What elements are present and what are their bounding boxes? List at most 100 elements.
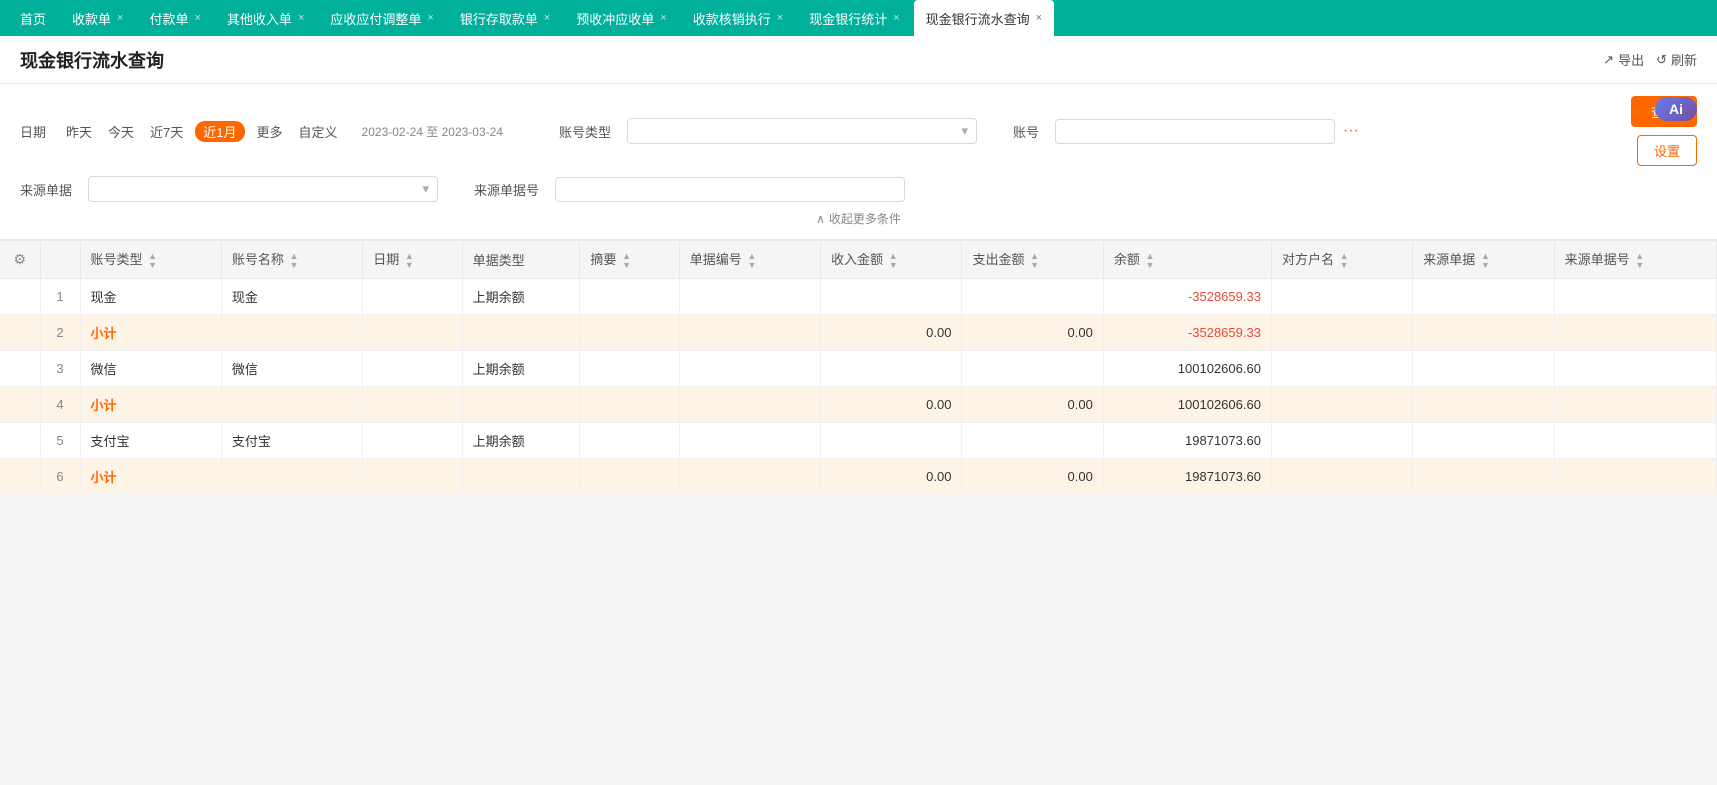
cell-expense xyxy=(962,350,1103,386)
cell-account-name xyxy=(221,314,362,350)
col-income[interactable]: 收入金额 ▲▼ xyxy=(821,241,962,279)
filter-row-2: 来源单据 ▾ 来源单据号 xyxy=(20,176,1697,202)
cell-balance: 19871073.60 xyxy=(1103,422,1271,458)
tab-prepay[interactable]: 预收冲应收单 × xyxy=(564,0,678,36)
cell-doc-no xyxy=(679,458,820,494)
col-counterparty[interactable]: 对方户名 ▲▼ xyxy=(1271,241,1412,279)
date-opt-custom[interactable]: 自定义 xyxy=(295,121,342,142)
sort-icon: ▲▼ xyxy=(1340,252,1349,270)
cell-account-type: 小计 xyxy=(80,386,221,422)
close-icon[interactable]: × xyxy=(660,12,666,24)
header-actions: ↗ 导出 ↺ 刷新 xyxy=(1603,50,1697,69)
cell-income: 0.00 xyxy=(821,314,962,350)
cell-doc-type: 上期余额 xyxy=(462,278,580,314)
date-opt-yesterday[interactable]: 昨天 xyxy=(62,121,96,142)
cell-date xyxy=(363,458,462,494)
cell-doc-type: 上期余额 xyxy=(462,422,580,458)
source-doc-no-label: 来源单据号 xyxy=(474,180,539,199)
col-expense[interactable]: 支出金额 ▲▼ xyxy=(962,241,1103,279)
date-opt-more[interactable]: 更多 xyxy=(253,121,287,142)
close-icon[interactable]: × xyxy=(1036,12,1042,24)
col-settings: ⚙ xyxy=(0,241,40,279)
collapse-bar: ∧ 收起更多条件 xyxy=(20,210,1697,227)
row-settings-cell xyxy=(0,422,40,458)
tab-payment[interactable]: 付款单 × xyxy=(137,0,212,36)
sort-icon: ▲▼ xyxy=(289,252,298,270)
ai-badge[interactable]: Ai xyxy=(1655,97,1697,121)
tab-adjustment[interactable]: 应收应付调整单 × xyxy=(318,0,445,36)
col-account-type[interactable]: 账号类型 ▲▼ xyxy=(80,241,221,279)
account-type-select[interactable]: ▾ xyxy=(627,118,977,144)
cell-source-doc-no xyxy=(1554,278,1716,314)
date-filter-label: 日期 xyxy=(20,122,46,141)
cell-source-doc xyxy=(1413,422,1554,458)
date-opt-today[interactable]: 今天 xyxy=(104,121,138,142)
tab-other-income[interactable]: 其他收入单 × xyxy=(215,0,316,36)
cell-income: 0.00 xyxy=(821,458,962,494)
col-account-name[interactable]: 账号名称 ▲▼ xyxy=(221,241,362,279)
source-doc-no-input[interactable] xyxy=(555,177,905,202)
cell-source-doc xyxy=(1413,314,1554,350)
settings-button[interactable]: 设置 xyxy=(1637,135,1697,166)
cell-expense xyxy=(962,278,1103,314)
sort-icon: ▲▼ xyxy=(889,252,898,270)
col-doc-type: 单据类型 xyxy=(462,241,580,279)
close-icon[interactable]: × xyxy=(427,12,433,24)
cell-source-doc xyxy=(1413,386,1554,422)
cell-expense xyxy=(962,422,1103,458)
nav-home[interactable]: 首页 xyxy=(8,0,58,36)
cell-counterparty xyxy=(1271,386,1412,422)
more-options-button[interactable]: ··· xyxy=(1343,122,1359,140)
date-opt-1month[interactable]: 近1月 xyxy=(195,121,244,142)
close-icon[interactable]: × xyxy=(298,12,304,24)
close-icon[interactable]: × xyxy=(777,12,783,24)
col-doc-no[interactable]: 单据编号 ▲▼ xyxy=(679,241,820,279)
tab-verify[interactable]: 收款核销执行 × xyxy=(681,0,795,36)
tab-cashflow[interactable]: 现金银行流水查询 × xyxy=(914,0,1054,36)
close-icon[interactable]: × xyxy=(893,12,899,24)
col-balance[interactable]: 余额 ▲▼ xyxy=(1103,241,1271,279)
cell-account-type: 小计 xyxy=(80,314,221,350)
sort-icon: ▲▼ xyxy=(622,252,631,270)
cell-source-doc-no xyxy=(1554,458,1716,494)
cell-source-doc xyxy=(1413,278,1554,314)
cell-account-type: 小计 xyxy=(80,458,221,494)
tab-bank-stat[interactable]: 现金银行统计 × xyxy=(797,0,911,36)
col-date[interactable]: 日期 ▲▼ xyxy=(363,241,462,279)
close-icon[interactable]: × xyxy=(194,12,200,24)
row-settings-cell xyxy=(0,314,40,350)
cell-doc-no xyxy=(679,386,820,422)
sort-icon: ▲▼ xyxy=(1030,252,1039,270)
cell-doc-no xyxy=(679,314,820,350)
export-button[interactable]: ↗ 导出 xyxy=(1603,50,1644,69)
top-nav: 首页 收款单 × 付款单 × 其他收入单 × 应收应付调整单 × 银行存取款单 … xyxy=(0,0,1717,36)
collapse-button[interactable]: ∧ 收起更多条件 xyxy=(816,210,901,227)
tab-receipt[interactable]: 收款单 × xyxy=(60,0,135,36)
sort-icon: ▲▼ xyxy=(405,252,414,270)
cell-summary xyxy=(580,422,679,458)
sort-icon: ▲▼ xyxy=(1145,252,1154,270)
sort-icon: ▲▼ xyxy=(747,252,756,270)
chevron-down-icon: ▾ xyxy=(961,123,968,139)
close-icon[interactable]: × xyxy=(117,12,123,24)
col-source-doc-no[interactable]: 来源单据号 ▲▼ xyxy=(1554,241,1716,279)
col-source-doc[interactable]: 来源单据 ▲▼ xyxy=(1413,241,1554,279)
cashflow-table: ⚙ 账号类型 ▲▼ 账号名称 ▲▼ 日期 ▲▼ 单据类型 xyxy=(0,240,1717,495)
refresh-button[interactable]: ↺ 刷新 xyxy=(1656,50,1697,69)
cell-balance: 19871073.60 xyxy=(1103,458,1271,494)
col-summary[interactable]: 摘要 ▲▼ xyxy=(580,241,679,279)
cell-expense: 0.00 xyxy=(962,386,1103,422)
sort-icon: ▲▼ xyxy=(1635,252,1644,270)
row-number: 4 xyxy=(40,386,80,422)
source-doc-select[interactable]: ▾ xyxy=(88,176,438,202)
account-input[interactable] xyxy=(1055,119,1335,144)
row-number: 6 xyxy=(40,458,80,494)
account-input-group: ··· xyxy=(1055,119,1359,144)
date-opt-7days[interactable]: 近7天 xyxy=(146,121,187,142)
table-row: 3 微信 微信 上期余额 100102606.60 xyxy=(0,350,1717,386)
tab-bank-deposit[interactable]: 银行存取款单 × xyxy=(448,0,562,36)
close-icon[interactable]: × xyxy=(544,12,550,24)
cell-account-name: 现金 xyxy=(221,278,362,314)
gear-icon[interactable]: ⚙ xyxy=(13,251,26,267)
collapse-icon: ∧ xyxy=(816,212,825,226)
